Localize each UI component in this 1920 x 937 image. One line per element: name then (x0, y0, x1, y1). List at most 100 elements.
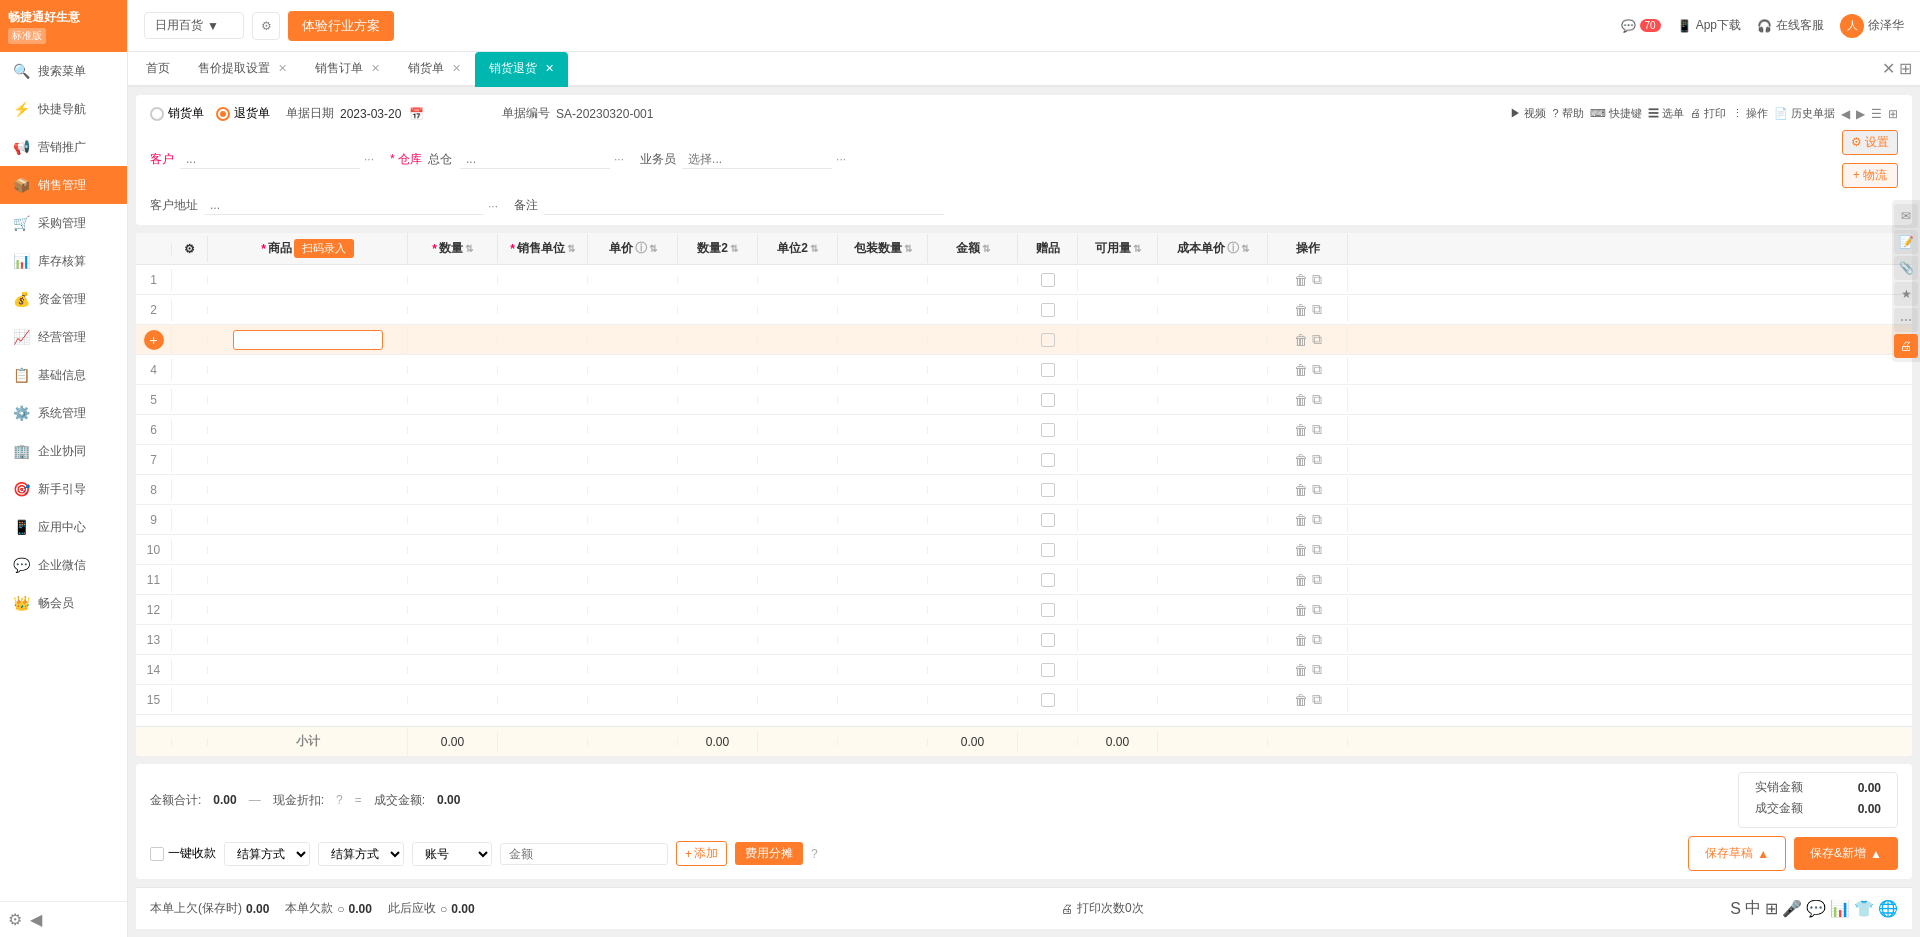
history-tool[interactable]: 📄 历史单据 (1774, 106, 1835, 121)
gift-checkbox[interactable] (1041, 423, 1055, 437)
pkg-sort-icon[interactable]: ⇅ (904, 243, 912, 254)
split-button[interactable]: 费用分摊 (735, 842, 803, 865)
gift-checkbox[interactable] (1041, 543, 1055, 557)
scan-button[interactable]: 扫码录入 (294, 239, 354, 258)
message-button[interactable]: 💬 70 (1621, 19, 1661, 33)
right-tool-4[interactable]: ★ (1894, 282, 1918, 306)
toolbar-icon-6[interactable]: 📊 (1830, 899, 1850, 918)
customer-input[interactable] (180, 150, 360, 169)
tab-close-icon[interactable]: ✕ (545, 62, 554, 75)
delete-icon[interactable]: 🗑 (1294, 602, 1308, 618)
row-goods-2[interactable] (208, 306, 408, 314)
sidebar-item-appstore[interactable]: 📱 应用中心 (0, 508, 127, 546)
sidebar-item-marketing[interactable]: 📢 营销推广 (0, 128, 127, 166)
row-price-1[interactable] (588, 276, 678, 284)
row-avail-2[interactable] (1078, 306, 1158, 314)
gift-checkbox-1[interactable] (1041, 273, 1055, 287)
copy-icon[interactable]: ⧉ (1312, 691, 1322, 708)
row-gift-1[interactable] (1018, 269, 1078, 291)
row-qty-2[interactable] (408, 306, 498, 314)
copy-icon[interactable]: ⧉ (1312, 571, 1322, 588)
one-click-payment-checkbox[interactable]: 一键收款 (150, 845, 216, 862)
prev-icon[interactable]: ◀ (1841, 107, 1850, 121)
address-more-icon[interactable]: ··· (488, 199, 498, 213)
delete-icon[interactable]: 🗑 (1294, 362, 1308, 378)
copy-icon[interactable]: ⧉ (1312, 631, 1322, 648)
copy-icon[interactable]: ⧉ (1312, 421, 1322, 438)
user-menu[interactable]: 人 徐泽华 (1840, 14, 1904, 38)
sidebar-item-inventory[interactable]: 📊 库存核算 (0, 242, 127, 280)
gift-checkbox[interactable] (1041, 453, 1055, 467)
sidebar-item-enterprise[interactable]: 🏢 企业协同 (0, 432, 127, 470)
header-gear-button[interactable]: ⚙ (252, 12, 280, 40)
split-help-icon[interactable]: ? (811, 847, 818, 861)
copy-icon[interactable]: ⧉ (1312, 601, 1322, 618)
row-amount-3[interactable] (928, 336, 1018, 344)
gift-checkbox-2[interactable] (1041, 303, 1055, 317)
row-cost-2[interactable] (1158, 306, 1268, 314)
sidebar-settings-icon[interactable]: ⚙ (8, 910, 22, 929)
unit-sort-icon[interactable]: ⇅ (567, 243, 575, 254)
sidebar-item-finance[interactable]: 💰 资金管理 (0, 280, 127, 318)
sidebar-item-weixin[interactable]: 💬 企业微信 (0, 546, 127, 584)
app-download-button[interactable]: 📱 App下载 (1677, 17, 1741, 34)
toolbar-icon-8[interactable]: 🌐 (1878, 899, 1898, 918)
row-avail-1[interactable] (1078, 276, 1158, 284)
price-info-icon[interactable]: ⓘ (635, 240, 647, 257)
delete-icon[interactable]: 🗑 (1294, 572, 1308, 588)
gift-checkbox[interactable] (1041, 513, 1055, 527)
row-unit2-3[interactable] (758, 336, 838, 344)
delete-icon[interactable]: 🗑 (1294, 452, 1308, 468)
toolbar-icon-5[interactable]: 💬 (1806, 899, 1826, 918)
radio-sales[interactable]: 销货单 (150, 105, 204, 122)
calendar-icon[interactable]: 📅 (409, 107, 424, 121)
right-tool-2[interactable]: 📝 (1894, 230, 1918, 254)
customer-more-icon[interactable]: ··· (364, 152, 374, 166)
row-qty2-3[interactable] (678, 336, 758, 344)
delete-icon[interactable]: 🗑 (1294, 482, 1308, 498)
gift-checkbox-3[interactable] (1041, 333, 1055, 347)
settle-method-select[interactable]: 结算方式 (224, 842, 310, 866)
online-service-button[interactable]: 🎧 在线客服 (1757, 17, 1824, 34)
tab-close-icon[interactable]: ✕ (371, 62, 380, 75)
row-pkg-2[interactable] (838, 306, 928, 314)
staff-more-icon[interactable]: ··· (836, 152, 846, 166)
remark-input[interactable] (544, 196, 944, 215)
sidebar-item-sales[interactable]: 📦 销售管理 (0, 166, 127, 204)
row-price-2[interactable] (588, 306, 678, 314)
row-qty-1[interactable] (408, 276, 498, 284)
sidebar-item-guide[interactable]: 🎯 新手引导 (0, 470, 127, 508)
sidebar-item-member[interactable]: 👑 畅会员 (0, 584, 127, 622)
print-tool[interactable]: 🖨 打印 (1690, 106, 1726, 121)
copy-icon[interactable]: ⧉ (1312, 361, 1322, 378)
delete-icon[interactable]: 🗑 (1294, 302, 1308, 318)
sidebar-collapse-icon[interactable]: ◀ (30, 910, 42, 929)
gift-checkbox[interactable] (1041, 483, 1055, 497)
delete-icon[interactable]: 🗑 (1294, 692, 1308, 708)
delete-icon[interactable]: 🗑 (1294, 632, 1308, 648)
row-price-3[interactable] (588, 336, 678, 344)
delete-icon[interactable]: 🗑 (1294, 662, 1308, 678)
gift-checkbox[interactable] (1041, 603, 1055, 617)
sidebar-item-search[interactable]: 🔍 搜索菜单 (0, 52, 127, 90)
calc-method-select[interactable]: 结算方式 (318, 842, 404, 866)
row-qty2-2[interactable] (678, 306, 758, 314)
toolbar-icon-3[interactable]: ⊞ (1765, 899, 1778, 918)
print-button[interactable]: 🖨 打印次数0次 (1061, 900, 1144, 917)
row-unit2-1[interactable] (758, 276, 838, 284)
amount-input[interactable] (500, 843, 668, 865)
row-goods-3[interactable] (208, 326, 408, 354)
select-tool[interactable]: ☰ 选单 (1648, 106, 1684, 121)
sidebar-item-shortcut[interactable]: ⚡ 快捷导航 (0, 90, 127, 128)
right-tool-1[interactable]: ✉ (1894, 204, 1918, 228)
right-tool-3[interactable]: 📎 (1894, 256, 1918, 280)
row-gift-2[interactable] (1018, 299, 1078, 321)
qty-sort-icon[interactable]: ⇅ (465, 243, 473, 254)
radio-return[interactable]: 退货单 (216, 105, 270, 122)
operate-tool[interactable]: ⋮ 操作 (1732, 106, 1768, 121)
row-pkg-3[interactable] (838, 336, 928, 344)
warehouse-input[interactable] (460, 150, 610, 169)
row-qty2-1[interactable] (678, 276, 758, 284)
row-avail-3[interactable] (1078, 336, 1158, 344)
unit2-sort-icon[interactable]: ⇅ (810, 243, 818, 254)
